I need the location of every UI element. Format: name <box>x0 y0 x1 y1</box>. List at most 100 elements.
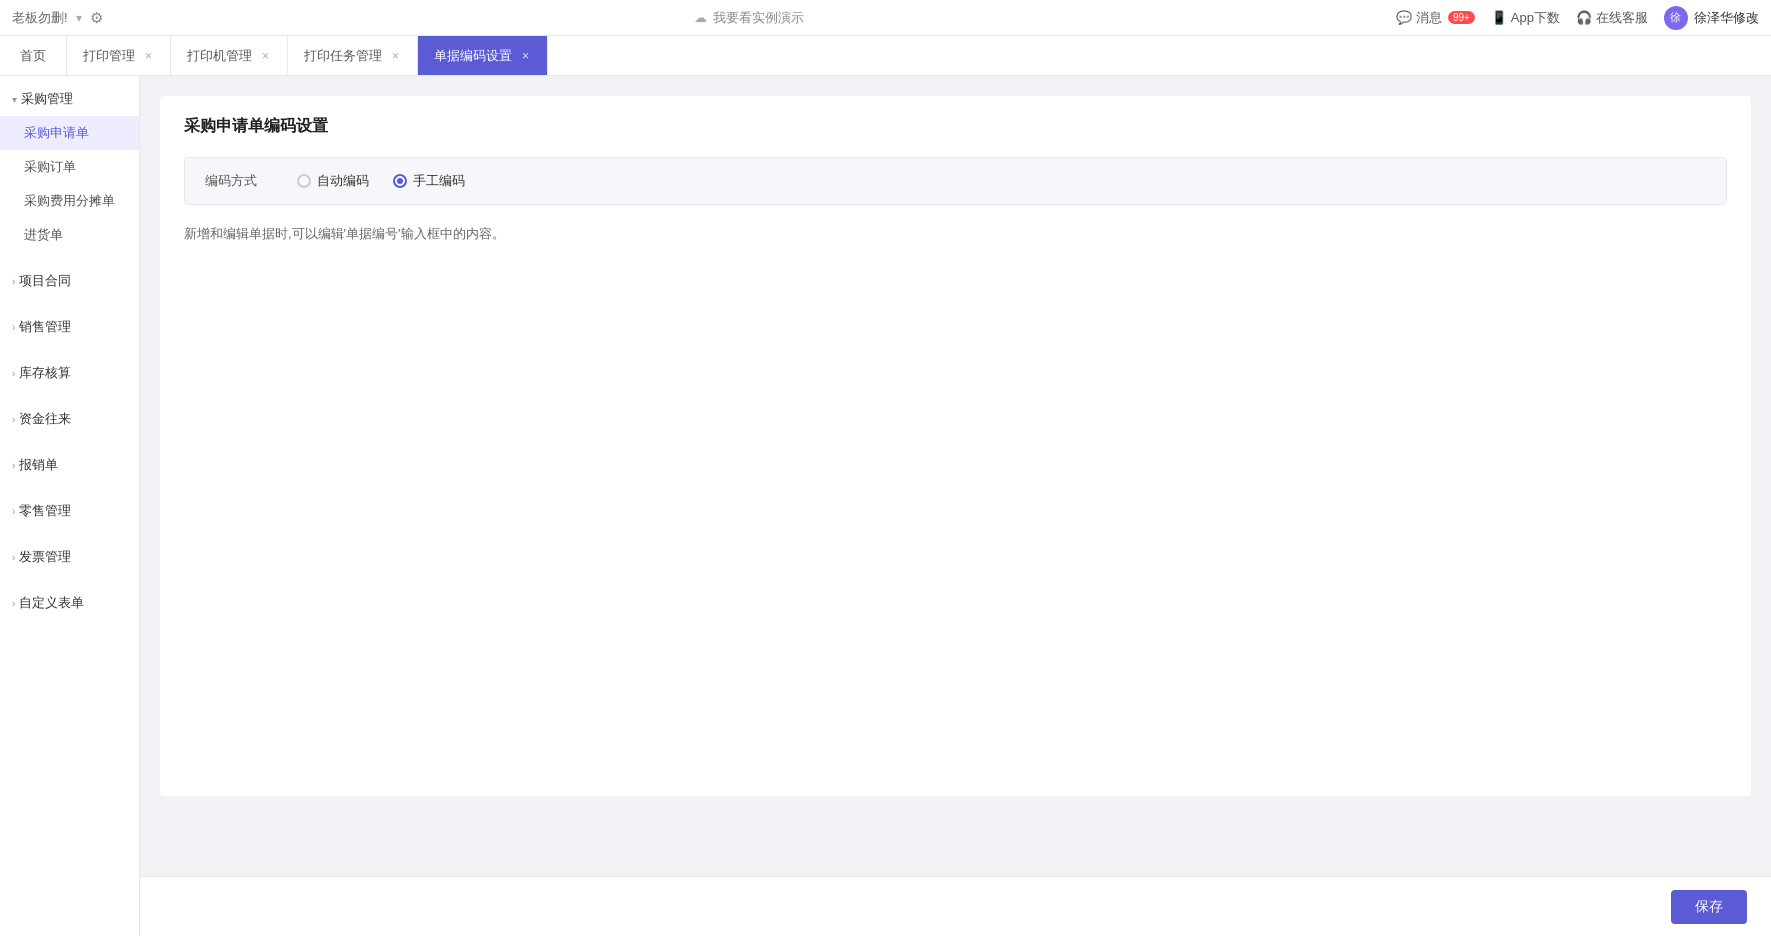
chevron-right-icon-funds: › <box>12 414 15 425</box>
sidebar-group-funds-label: 资金往来 <box>19 410 71 428</box>
tab-print-task-mgmt-close[interactable]: × <box>390 48 401 64</box>
sidebar-group-invoice-title[interactable]: › 发票管理 <box>0 540 139 574</box>
tab-home[interactable]: 首页 <box>0 36 67 75</box>
sidebar-group-inventory-title[interactable]: › 库存核算 <box>0 356 139 390</box>
radio-manual-circle <box>393 174 407 188</box>
sidebar-group-retail-title[interactable]: › 零售管理 <box>0 494 139 528</box>
sidebar-item-stock-in-label: 进货单 <box>24 227 63 242</box>
chevron-right-icon-sales: › <box>12 322 15 333</box>
download-icon: 📱 <box>1491 10 1507 25</box>
sidebar-group-sales-label: 销售管理 <box>19 318 71 336</box>
sidebar-group-custom-form: › 自定义表单 <box>0 580 139 626</box>
encoding-section: 编码方式 自动编码 手工编码 <box>184 157 1727 205</box>
message-badge: 99+ <box>1448 11 1475 24</box>
sidebar-item-purchase-order-label: 采购订单 <box>24 159 76 174</box>
logo-text: 老板勿删! <box>12 9 68 27</box>
user-avatar-area[interactable]: 徐 徐泽华修改 <box>1664 6 1759 30</box>
tab-printer-mgmt[interactable]: 打印机管理 × <box>171 36 288 75</box>
headset-icon: 🎧 <box>1576 10 1592 25</box>
sidebar-group-invoice-label: 发票管理 <box>19 548 71 566</box>
dropdown-icon[interactable]: ▾ <box>76 11 82 25</box>
sidebar-group-funds-title[interactable]: › 资金往来 <box>0 402 139 436</box>
chevron-right-icon-project: › <box>12 276 15 287</box>
settings-icon[interactable]: ⚙ <box>90 9 103 27</box>
sidebar-group-retail: › 零售管理 <box>0 488 139 534</box>
tab-print-task-mgmt[interactable]: 打印任务管理 × <box>288 36 418 75</box>
chevron-right-icon-inventory: › <box>12 368 15 379</box>
top-bar-right: 💬 消息 99+ 📱 App下数 🎧 在线客服 徐 徐泽华修改 <box>1396 6 1759 30</box>
online-service-label: 在线客服 <box>1596 9 1648 27</box>
tab-print-mgmt-close[interactable]: × <box>143 48 154 64</box>
tab-order-code-settings-close[interactable]: × <box>520 48 531 64</box>
tab-printer-mgmt-close[interactable]: × <box>260 48 271 64</box>
main-layout: ▾ 采购管理 采购申请单 采购订单 采购费用分摊单 进货单 › 项目合同 <box>0 76 1771 936</box>
save-button[interactable]: 保存 <box>1671 890 1747 924</box>
chevron-right-icon-returns: › <box>12 460 15 471</box>
main-content: 采购申请单编码设置 编码方式 自动编码 手工编码 <box>140 76 1771 936</box>
sidebar-group-retail-label: 零售管理 <box>19 502 71 520</box>
radio-manual-code[interactable]: 手工编码 <box>393 172 465 190</box>
sidebar-item-purchase-order[interactable]: 采购订单 <box>0 150 139 184</box>
sidebar-group-sales: › 销售管理 <box>0 304 139 350</box>
top-bar-left: 老板勿删! ▾ ⚙ <box>12 9 103 27</box>
tab-print-task-mgmt-label: 打印任务管理 <box>304 47 382 65</box>
sidebar-group-returns: › 报销单 <box>0 442 139 488</box>
sidebar-group-project-contract: › 项目合同 <box>0 258 139 304</box>
sidebar-group-inventory-label: 库存核算 <box>19 364 71 382</box>
app-download-action[interactable]: 📱 App下数 <box>1491 9 1560 27</box>
tab-order-code-settings[interactable]: 单据编码设置 × <box>418 36 548 75</box>
sidebar-group-funds: › 资金往来 <box>0 396 139 442</box>
content-area: 采购申请单编码设置 编码方式 自动编码 手工编码 <box>140 76 1771 876</box>
tab-home-label: 首页 <box>20 47 46 65</box>
tab-order-code-settings-label: 单据编码设置 <box>434 47 512 65</box>
sidebar-group-custom-form-label: 自定义表单 <box>19 594 84 612</box>
message-icon: 💬 <box>1396 10 1412 25</box>
sidebar-group-project-contract-title[interactable]: › 项目合同 <box>0 264 139 298</box>
sidebar-group-returns-title[interactable]: › 报销单 <box>0 448 139 482</box>
sidebar-item-purchase-expense[interactable]: 采购费用分摊单 <box>0 184 139 218</box>
sidebar-item-purchase-request[interactable]: 采购申请单 <box>0 116 139 150</box>
sidebar-group-sales-title[interactable]: › 销售管理 <box>0 310 139 344</box>
window-close-button[interactable]: × <box>1750 9 1759 27</box>
sidebar-group-returns-label: 报销单 <box>19 456 58 474</box>
sidebar-item-purchase-expense-label: 采购费用分摊单 <box>24 193 115 208</box>
sidebar-group-project-contract-label: 项目合同 <box>19 272 71 290</box>
sidebar-group-custom-form-title[interactable]: › 自定义表单 <box>0 586 139 620</box>
sidebar: ▾ 采购管理 采购申请单 采购订单 采购费用分摊单 进货单 › 项目合同 <box>0 76 140 936</box>
encoding-label: 编码方式 <box>205 172 257 190</box>
footer-bar: 保存 <box>140 876 1771 936</box>
tab-printer-mgmt-label: 打印机管理 <box>187 47 252 65</box>
info-text: 新增和编辑单据时,可以编辑'单据编号'输入框中的内容。 <box>184 225 1727 243</box>
sidebar-group-invoice: › 发票管理 <box>0 534 139 580</box>
chevron-right-icon-custom-form: › <box>12 598 15 609</box>
radio-auto-label: 自动编码 <box>317 172 369 190</box>
chevron-right-icon-retail: › <box>12 506 15 517</box>
chevron-down-icon: ▾ <box>12 94 17 105</box>
demo-link[interactable]: 我要看实例演示 <box>713 9 804 27</box>
message-action[interactable]: 💬 消息 99+ <box>1396 9 1475 27</box>
page-title: 采购申请单编码设置 <box>184 116 1727 137</box>
message-label: 消息 <box>1416 9 1442 27</box>
sidebar-group-inventory: › 库存核算 <box>0 350 139 396</box>
sidebar-group-purchase: ▾ 采购管理 采购申请单 采购订单 采购费用分摊单 进货单 <box>0 76 139 258</box>
tab-bar: 首页 打印管理 × 打印机管理 × 打印任务管理 × 单据编码设置 × <box>0 36 1771 76</box>
radio-auto-code[interactable]: 自动编码 <box>297 172 369 190</box>
sidebar-item-stock-in[interactable]: 进货单 <box>0 218 139 252</box>
sidebar-group-purchase-label: 采购管理 <box>21 90 73 108</box>
page-card: 采购申请单编码设置 编码方式 自动编码 手工编码 <box>160 96 1751 796</box>
avatar: 徐 <box>1664 6 1688 30</box>
radio-auto-circle <box>297 174 311 188</box>
top-bar-center: ☁ 我要看实例演示 <box>694 9 804 27</box>
radio-manual-label: 手工编码 <box>413 172 465 190</box>
sidebar-item-purchase-request-label: 采购申请单 <box>24 125 89 140</box>
tab-print-mgmt-label: 打印管理 <box>83 47 135 65</box>
top-bar: 老板勿删! ▾ ⚙ ☁ 我要看实例演示 💬 消息 99+ 📱 App下数 🎧 在… <box>0 0 1771 36</box>
radio-group: 自动编码 手工编码 <box>297 172 465 190</box>
sidebar-group-purchase-title[interactable]: ▾ 采购管理 <box>0 82 139 116</box>
chevron-right-icon-invoice: › <box>12 552 15 563</box>
avatar-initials: 徐 <box>1670 10 1681 25</box>
app-download-label: App下数 <box>1511 9 1560 27</box>
online-service-action[interactable]: 🎧 在线客服 <box>1576 9 1648 27</box>
cloud-icon: ☁ <box>694 10 707 25</box>
tab-print-mgmt[interactable]: 打印管理 × <box>67 36 171 75</box>
